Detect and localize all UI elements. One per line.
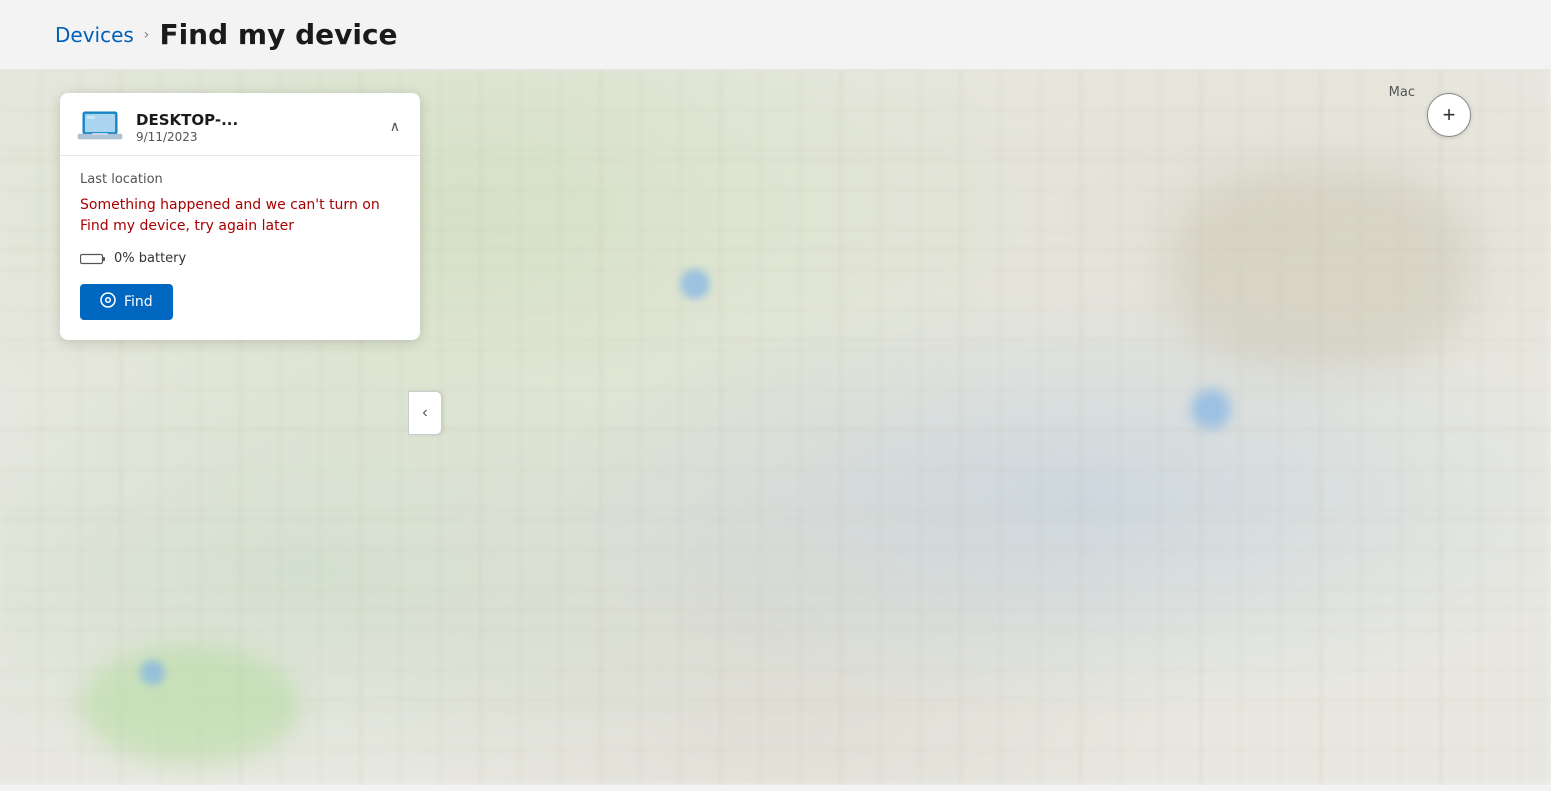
breadcrumb: Devices › Find my device: [0, 0, 1551, 69]
last-location-label: Last location: [80, 172, 400, 187]
breadcrumb-devices-link[interactable]: Devices: [55, 23, 134, 47]
chevron-left-icon: ‹: [422, 404, 427, 422]
location-pin-icon: [100, 292, 116, 312]
map-water-2: [1191, 389, 1231, 429]
map-park: [80, 645, 300, 765]
battery-row: 0% battery: [80, 251, 400, 266]
find-button[interactable]: Find: [80, 284, 173, 320]
map-mac-label: Mac: [1389, 85, 1415, 100]
device-panel: DESKTOP-... 9/11/2023 ∧ Last location So…: [60, 93, 420, 340]
laptop-icon: [76, 109, 124, 145]
device-header-left: DESKTOP-... 9/11/2023: [76, 109, 238, 145]
breadcrumb-separator: ›: [144, 27, 150, 43]
device-body: Last location Something happened and we …: [60, 156, 420, 340]
find-button-label: Find: [124, 294, 153, 310]
map-terrain: [1171, 169, 1471, 369]
device-name: DESKTOP-...: [136, 111, 238, 129]
collapse-device-panel-button[interactable]: ∧: [386, 115, 404, 139]
breadcrumb-current-page: Find my device: [159, 18, 397, 51]
map-container: + Mac: [0, 69, 1551, 785]
device-info: DESKTOP-... 9/11/2023: [136, 111, 238, 144]
device-date: 9/11/2023: [136, 130, 238, 144]
battery-empty-icon: [80, 252, 106, 266]
error-message: Something happened and we can't turn on …: [80, 195, 400, 237]
map-water-1: [680, 269, 710, 299]
zoom-in-button[interactable]: +: [1427, 93, 1471, 137]
collapse-panel-button[interactable]: ‹: [408, 391, 442, 435]
device-header: DESKTOP-... 9/11/2023 ∧: [60, 93, 420, 155]
map-water-3: [140, 660, 165, 685]
battery-text: 0% battery: [114, 251, 186, 266]
